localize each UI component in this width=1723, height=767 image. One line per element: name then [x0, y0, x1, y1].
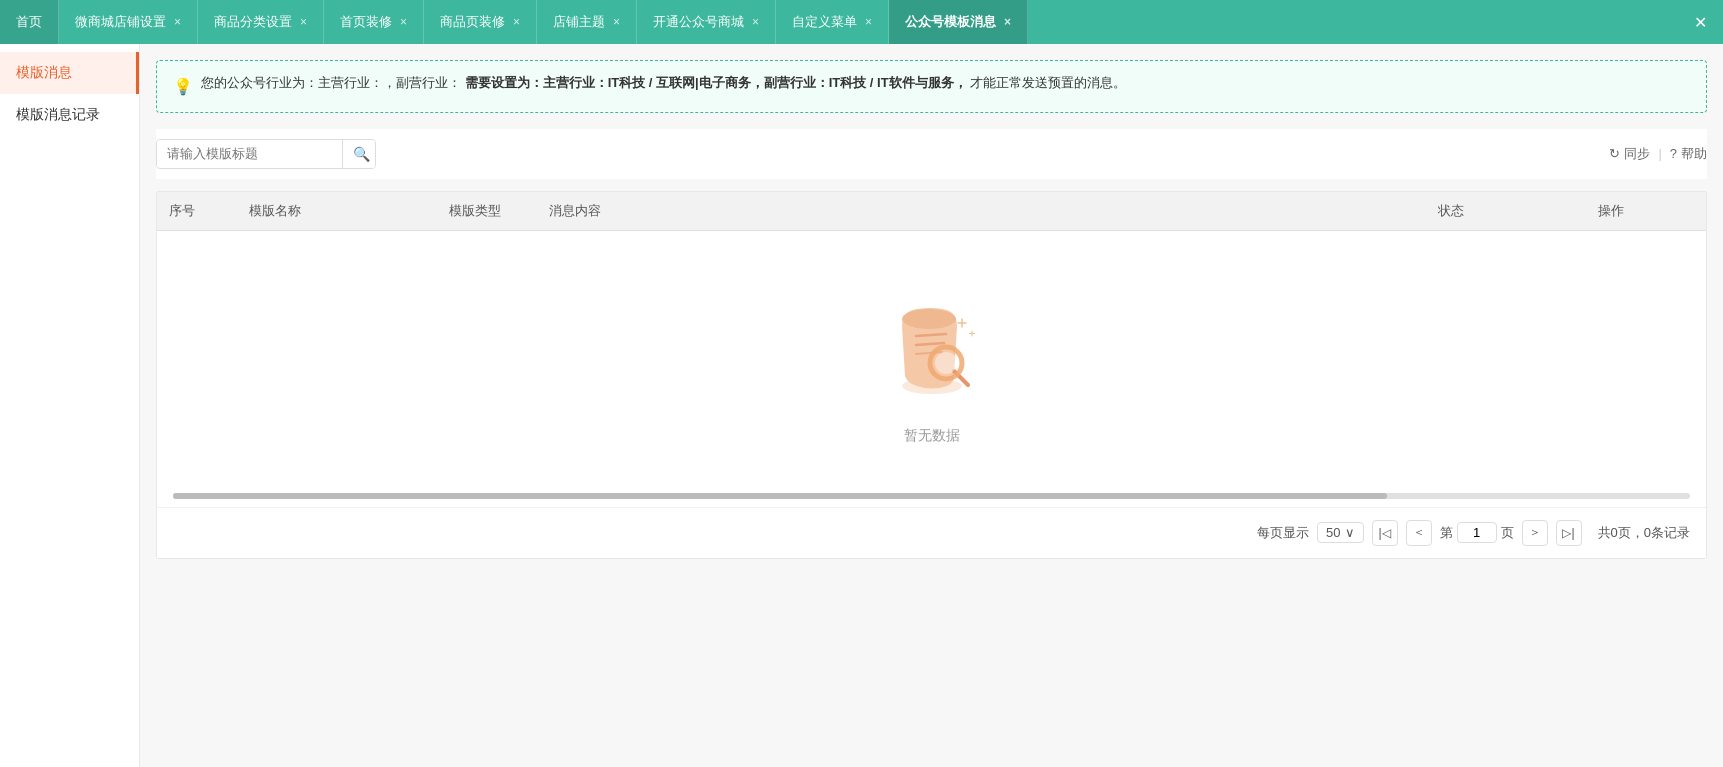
notice-icon: 💡 — [173, 74, 193, 100]
search-icon: 🔍 — [353, 146, 370, 162]
prev-page-button[interactable]: ＜ — [1406, 520, 1432, 546]
tab-home-decor[interactable]: 首页装修 × — [324, 0, 424, 44]
close-tab-weishop-settings[interactable]: × — [174, 15, 181, 29]
sidebar-item-template-message-log[interactable]: 模版消息记录 — [0, 94, 139, 136]
content-area: 💡 您的公众号行业为：主营行业：，副营行业： 需要设置为：主营行业：IT科技 /… — [140, 44, 1723, 767]
sync-button[interactable]: ↻ 同步 — [1609, 145, 1650, 163]
tab-product-category[interactable]: 商品分类设置 × — [198, 0, 324, 44]
tab-product-decor[interactable]: 商品页装修 × — [424, 0, 537, 44]
scrollbar-thumb[interactable] — [173, 493, 1387, 499]
th-type: 模版类型 — [437, 192, 537, 230]
close-tab-product-category[interactable]: × — [300, 15, 307, 29]
svg-point-7 — [935, 352, 957, 374]
search-bar: 🔍 ↻ 同步 | ? 帮助 — [156, 129, 1707, 179]
last-page-button[interactable]: ▷| — [1556, 520, 1582, 546]
total-info: 共0页，0条记录 — [1598, 524, 1690, 542]
toolbar-right: ↻ 同步 | ? 帮助 — [1609, 145, 1707, 163]
first-page-icon: |◁ — [1378, 526, 1390, 540]
empty-illustration — [872, 291, 992, 411]
page-size-select[interactable]: 50 ∨ — [1317, 522, 1363, 543]
close-all-tabs[interactable]: ✕ — [1678, 0, 1723, 44]
tab-shop-theme[interactable]: 店铺主题 × — [537, 0, 637, 44]
svg-point-1 — [902, 309, 956, 329]
page-info: 第 页 — [1440, 522, 1514, 543]
close-tab-home-decor[interactable]: × — [400, 15, 407, 29]
next-page-icon: ＞ — [1529, 524, 1541, 541]
page-number-input[interactable] — [1457, 522, 1497, 543]
horizontal-scrollbar[interactable] — [157, 485, 1706, 507]
search-button[interactable]: 🔍 — [342, 140, 376, 168]
th-content: 消息内容 — [537, 192, 1426, 230]
search-input-wrap: 🔍 — [156, 139, 376, 169]
scrollbar-track — [173, 493, 1690, 499]
notice-highlight: 需要设置为：主营行业：IT科技 / 互联网|电子商务，副营行业：IT科技 / I… — [465, 75, 967, 90]
pagination: 每页显示 50 ∨ |◁ ＜ 第 页 ＞ — [157, 507, 1706, 558]
notice-box: 💡 您的公众号行业为：主营行业：，副营行业： 需要设置为：主营行业：IT科技 /… — [156, 60, 1707, 113]
sidebar: 模版消息 模版消息记录 — [0, 44, 140, 767]
th-seq: 序号 — [157, 192, 237, 230]
prev-page-icon: ＜ — [1413, 524, 1425, 541]
sync-icon: ↻ — [1609, 146, 1620, 161]
page-unit-label: 页 — [1501, 524, 1514, 542]
tab-open-wechat-mall[interactable]: 开通公众号商城 × — [637, 0, 776, 44]
close-tab-shop-theme[interactable]: × — [613, 15, 620, 29]
close-tab-product-decor[interactable]: × — [513, 15, 520, 29]
help-button[interactable]: ? 帮助 — [1670, 145, 1707, 163]
page-word: 第 — [1440, 524, 1453, 542]
help-icon: ? — [1670, 146, 1677, 161]
th-action: 操作 — [1586, 192, 1706, 230]
notice-text: 您的公众号行业为：主营行业：，副营行业： 需要设置为：主营行业：IT科技 / 互… — [201, 73, 1126, 94]
sidebar-item-template-message[interactable]: 模版消息 — [0, 52, 139, 94]
first-page-button[interactable]: |◁ — [1372, 520, 1398, 546]
empty-state: 暂无数据 — [157, 231, 1706, 485]
tab-template-message[interactable]: 公众号模板消息 × — [889, 0, 1028, 44]
chevron-down-icon: ∨ — [1345, 525, 1355, 540]
last-page-icon: ▷| — [1562, 526, 1574, 540]
page-size-label: 每页显示 — [1257, 524, 1309, 542]
th-status: 状态 — [1426, 192, 1586, 230]
close-tab-template-message[interactable]: × — [1004, 15, 1011, 29]
main-layout: 模版消息 模版消息记录 💡 您的公众号行业为：主营行业：，副营行业： 需要设置为… — [0, 44, 1723, 767]
table-header: 序号 模版名称 模版类型 消息内容 状态 操作 — [157, 192, 1706, 231]
empty-text: 暂无数据 — [904, 427, 960, 445]
th-name: 模版名称 — [237, 192, 437, 230]
close-tab-custom-menu[interactable]: × — [865, 15, 872, 29]
tab-home[interactable]: 首页 — [0, 0, 59, 44]
toolbar-divider: | — [1658, 146, 1661, 161]
tab-weishop-settings[interactable]: 微商城店铺设置 × — [59, 0, 198, 44]
next-page-button[interactable]: ＞ — [1522, 520, 1548, 546]
data-table: 序号 模版名称 模版类型 消息内容 状态 操作 — [156, 191, 1707, 559]
search-input[interactable] — [157, 140, 342, 167]
close-tab-open-wechat-mall[interactable]: × — [752, 15, 759, 29]
tab-custom-menu[interactable]: 自定义菜单 × — [776, 0, 889, 44]
tab-bar: 首页 微商城店铺设置 × 商品分类设置 × 首页装修 × 商品页装修 × 店铺主… — [0, 0, 1723, 44]
